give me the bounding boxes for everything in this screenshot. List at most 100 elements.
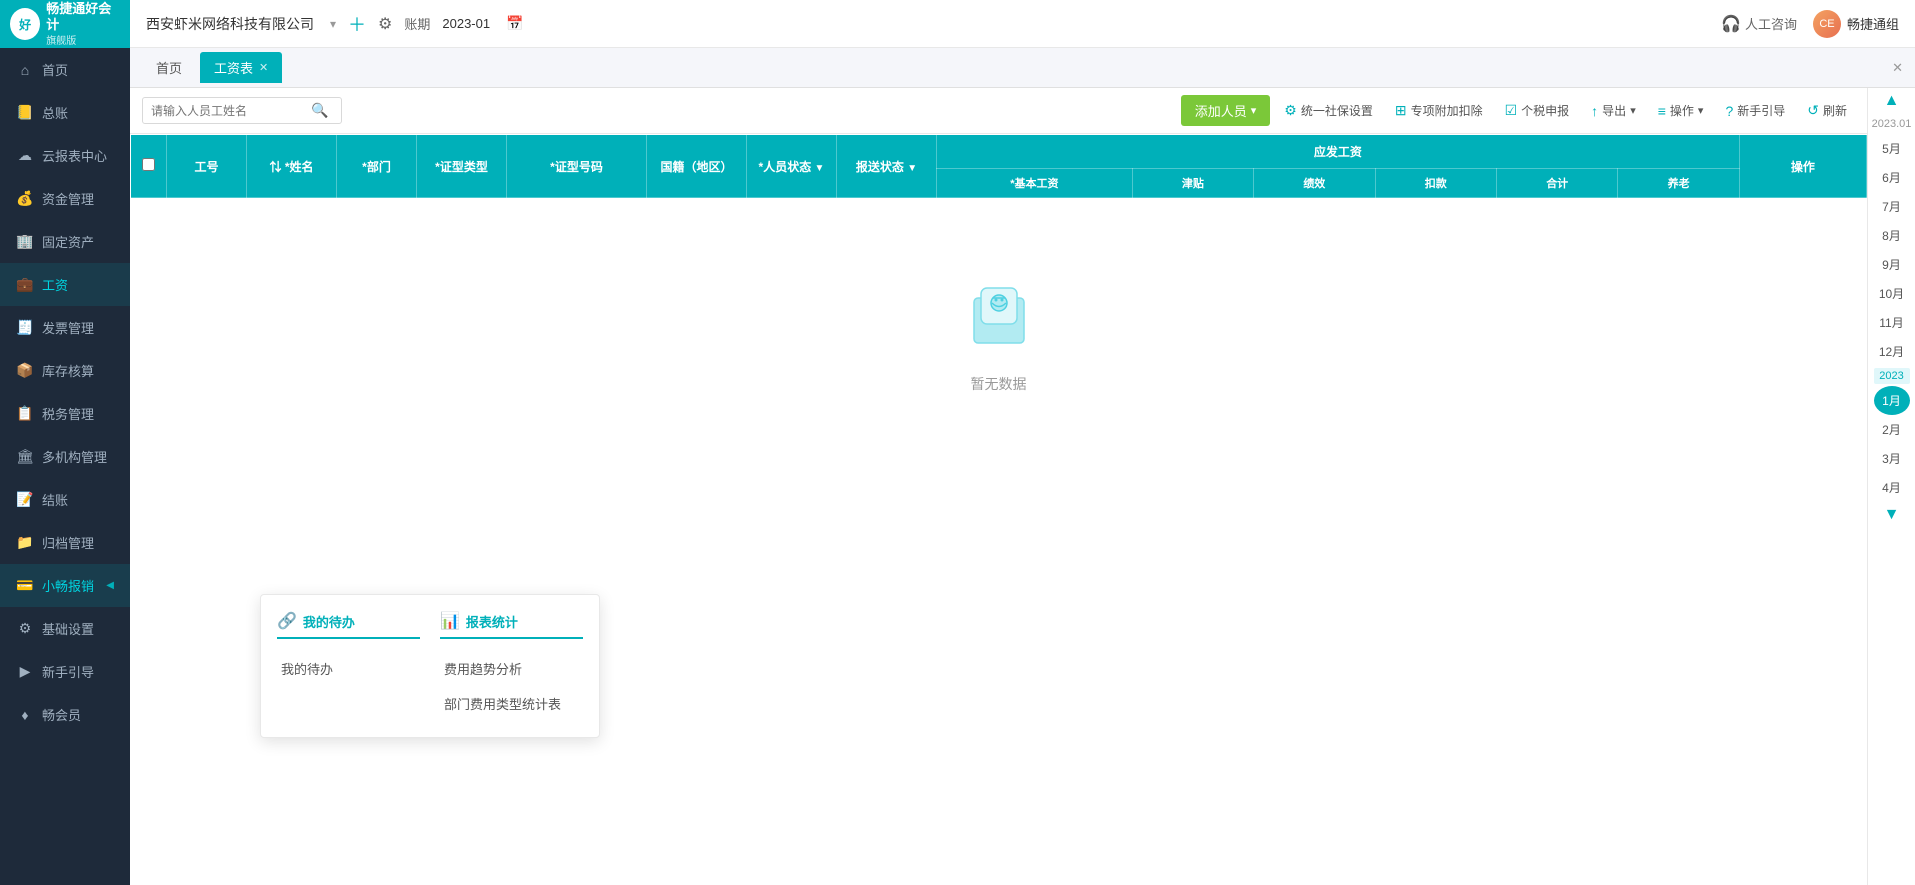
sidebar-item-multiorg[interactable]: 🏛 多机构管理 — [0, 435, 130, 478]
add-person-label: 添加人员 — [1195, 101, 1247, 120]
tab-close-all[interactable]: ✕ — [1892, 59, 1903, 77]
sidebar-item-assets[interactable]: 🏢 固定资产 — [0, 220, 130, 263]
tab-salary-label: 工资表 — [214, 58, 253, 77]
month-item-11[interactable]: 11月 — [1868, 308, 1915, 337]
tabs-bar: 首页 工资表 ✕ ✕ — [130, 48, 1915, 88]
col-check[interactable] — [131, 135, 167, 198]
month-item-9[interactable]: 9月 — [1868, 250, 1915, 279]
dropdown-col-todo-label: 我的待办 — [303, 612, 355, 631]
tax-declare-button[interactable]: ☑ 个税申报 — [1497, 98, 1578, 123]
tab-home-label: 首页 — [156, 61, 182, 76]
user-name: 畅捷通组 — [1847, 14, 1899, 33]
status-filter-icon[interactable]: ▼ — [815, 163, 825, 174]
month-nav-down[interactable]: ▼ — [1868, 502, 1915, 528]
month-item-4[interactable]: 4月 — [1868, 473, 1915, 502]
sidebar-item-cloud[interactable]: ☁ 云报表中心 — [0, 134, 130, 177]
sidebar-item-tax[interactable]: 📋 税务管理 — [0, 392, 130, 435]
social-insurance-icon: ⚙ — [1284, 102, 1297, 119]
header-right: 🎧 人工咨询 CE 畅捷通组 — [1721, 10, 1899, 38]
search-input[interactable] — [151, 104, 311, 118]
sort-icon[interactable]: ⇅ — [269, 160, 281, 174]
search-icon[interactable]: 🔍 — [311, 102, 328, 119]
sidebar-item-salary[interactable]: 💼 工资 — [0, 263, 130, 306]
month-item-2[interactable]: 2月 — [1868, 415, 1915, 444]
dropdown-item-trend[interactable]: 费用趋势分析 — [440, 651, 583, 686]
month-item-7[interactable]: 7月 — [1868, 192, 1915, 221]
dropdown-item-dept[interactable]: 部门费用类型统计表 — [440, 686, 583, 721]
col-bonus: 绩效 — [1254, 169, 1375, 198]
archive-icon: 📁 — [16, 534, 34, 551]
sidebar-item-home[interactable]: ⌂ 首页 — [0, 48, 130, 91]
period-calendar-icon[interactable]: 📅 — [506, 15, 523, 32]
tab-home[interactable]: 首页 — [142, 52, 196, 83]
content-main: 🔍 添加人员 ▾ ⚙ 统一社保设置 ⊞ 专项附加扣除 — [130, 88, 1867, 885]
refresh-icon: ↺ — [1807, 102, 1819, 119]
tab-salary[interactable]: 工资表 ✕ — [200, 52, 282, 83]
dropdown-col-todo: 🔗 我的待办 我的待办 — [277, 611, 420, 721]
col-empno-header: 工号 — [167, 135, 247, 198]
top-header: 西安虾米网络科技有限公司 ▾ ＋ ⚙ 账期 2023-01 📅 🎧 人工咨询 C… — [130, 0, 1915, 48]
social-insurance-button[interactable]: ⚙ 统一社保设置 — [1276, 98, 1381, 123]
special-deduct-icon: ⊞ — [1395, 102, 1407, 119]
month-item-10[interactable]: 10月 — [1868, 279, 1915, 308]
user-menu[interactable]: CE 畅捷通组 — [1813, 10, 1899, 38]
select-all-checkbox[interactable] — [142, 158, 155, 171]
sidebar-item-member[interactable]: ♦ 畅会员 — [0, 693, 130, 736]
sidebar-item-label: 固定资产 — [42, 232, 94, 251]
table-container: 工号 ⇅ *姓名 *部门 *证型类型 *证型号码 国籍（地区） *人员状态 — [130, 134, 1867, 885]
month-item-12[interactable]: 12月 — [1868, 337, 1915, 366]
guide-button[interactable]: ? 新手引导 — [1717, 98, 1793, 123]
month-item-3[interactable]: 3月 — [1868, 444, 1915, 473]
report-icon: 📊 — [440, 611, 460, 631]
operations-arrow-icon: ▾ — [1698, 104, 1704, 117]
sidebar-item-inventory[interactable]: 📦 库存核算 — [0, 349, 130, 392]
tab-close-icon[interactable]: ✕ — [259, 61, 268, 74]
logo: 好 畅捷通好会计 旗舰版 — [0, 0, 130, 48]
tax-declare-label: 个税申报 — [1521, 102, 1569, 119]
sidebar-item-label: 畅会员 — [42, 705, 81, 724]
col-nation-header: 国籍（地区） — [647, 135, 747, 198]
add-company-icon[interactable]: ＋ — [348, 11, 366, 37]
operations-button[interactable]: ≡ 操作 ▾ — [1650, 98, 1712, 123]
logo-icon: 好 — [10, 8, 40, 40]
sidebar-item-close[interactable]: 📝 结账 — [0, 478, 130, 521]
sidebar-item-label: 多机构管理 — [42, 447, 107, 466]
guide-action-icon: ? — [1725, 103, 1733, 119]
service-button[interactable]: 🎧 人工咨询 — [1721, 14, 1797, 34]
expense-dropdown-menu: 🔗 我的待办 我的待办 📊 报表统计 费用趋势分析 — [260, 594, 600, 738]
col-deduct: 扣款 — [1375, 169, 1496, 198]
sidebar-item-expense[interactable]: 💳 小畅报销 ◀ — [0, 564, 130, 607]
month-item-1-active[interactable]: 1月 — [1874, 386, 1910, 415]
month-item-5[interactable]: 5月 — [1868, 134, 1915, 163]
month-nav-up[interactable]: ▲ — [1868, 88, 1915, 114]
col-pension: 养老 — [1618, 169, 1739, 198]
sidebar-item-settings[interactable]: ⚙ 基础设置 — [0, 607, 130, 650]
month-item-6[interactable]: 6月 — [1868, 163, 1915, 192]
service-label: 人工咨询 — [1745, 14, 1797, 33]
avatar: CE — [1813, 10, 1841, 38]
col-send-header: 报送状态 ▼ — [837, 135, 937, 198]
send-filter-icon[interactable]: ▼ — [907, 163, 917, 174]
content-row: 🔍 添加人员 ▾ ⚙ 统一社保设置 ⊞ 专项附加扣除 — [130, 88, 1915, 885]
todo-icon: 🔗 — [277, 611, 297, 631]
settings-company-icon[interactable]: ⚙ — [378, 14, 392, 34]
refresh-button[interactable]: ↺ 刷新 — [1799, 98, 1855, 123]
sidebar: 好 畅捷通好会计 旗舰版 ⌂ 首页 📒 总账 ☁ 云报表中心 💰 资金管理 🏢 … — [0, 0, 130, 885]
col-base-salary: *基本工资 — [937, 169, 1133, 198]
sidebar-item-ledger[interactable]: 📒 总账 — [0, 91, 130, 134]
sidebar-item-invoice[interactable]: 🧾 发票管理 — [0, 306, 130, 349]
month-item-8[interactable]: 8月 — [1868, 221, 1915, 250]
close-all-icon[interactable]: ✕ — [1892, 60, 1903, 75]
sidebar-item-archive[interactable]: 📁 归档管理 — [0, 521, 130, 564]
member-icon: ♦ — [16, 707, 34, 723]
month-sidebar: ▲ 2023.01 5月 6月 7月 8月 9月 10月 11月 12月 202… — [1867, 88, 1915, 885]
sidebar-item-finance[interactable]: 💰 资金管理 — [0, 177, 130, 220]
add-person-arrow-icon: ▾ — [1251, 104, 1257, 117]
export-button[interactable]: ↑ 导出 ▾ — [1583, 98, 1644, 123]
add-person-button[interactable]: 添加人员 ▾ — [1181, 95, 1271, 126]
company-dropdown-icon[interactable]: ▾ — [330, 17, 336, 31]
special-deduct-button[interactable]: ⊞ 专项附加扣除 — [1387, 98, 1491, 123]
company-name: 西安虾米网络科技有限公司 — [146, 14, 314, 34]
sidebar-item-guide[interactable]: ▶ 新手引导 — [0, 650, 130, 693]
dropdown-item-mytodo[interactable]: 我的待办 — [277, 651, 420, 686]
